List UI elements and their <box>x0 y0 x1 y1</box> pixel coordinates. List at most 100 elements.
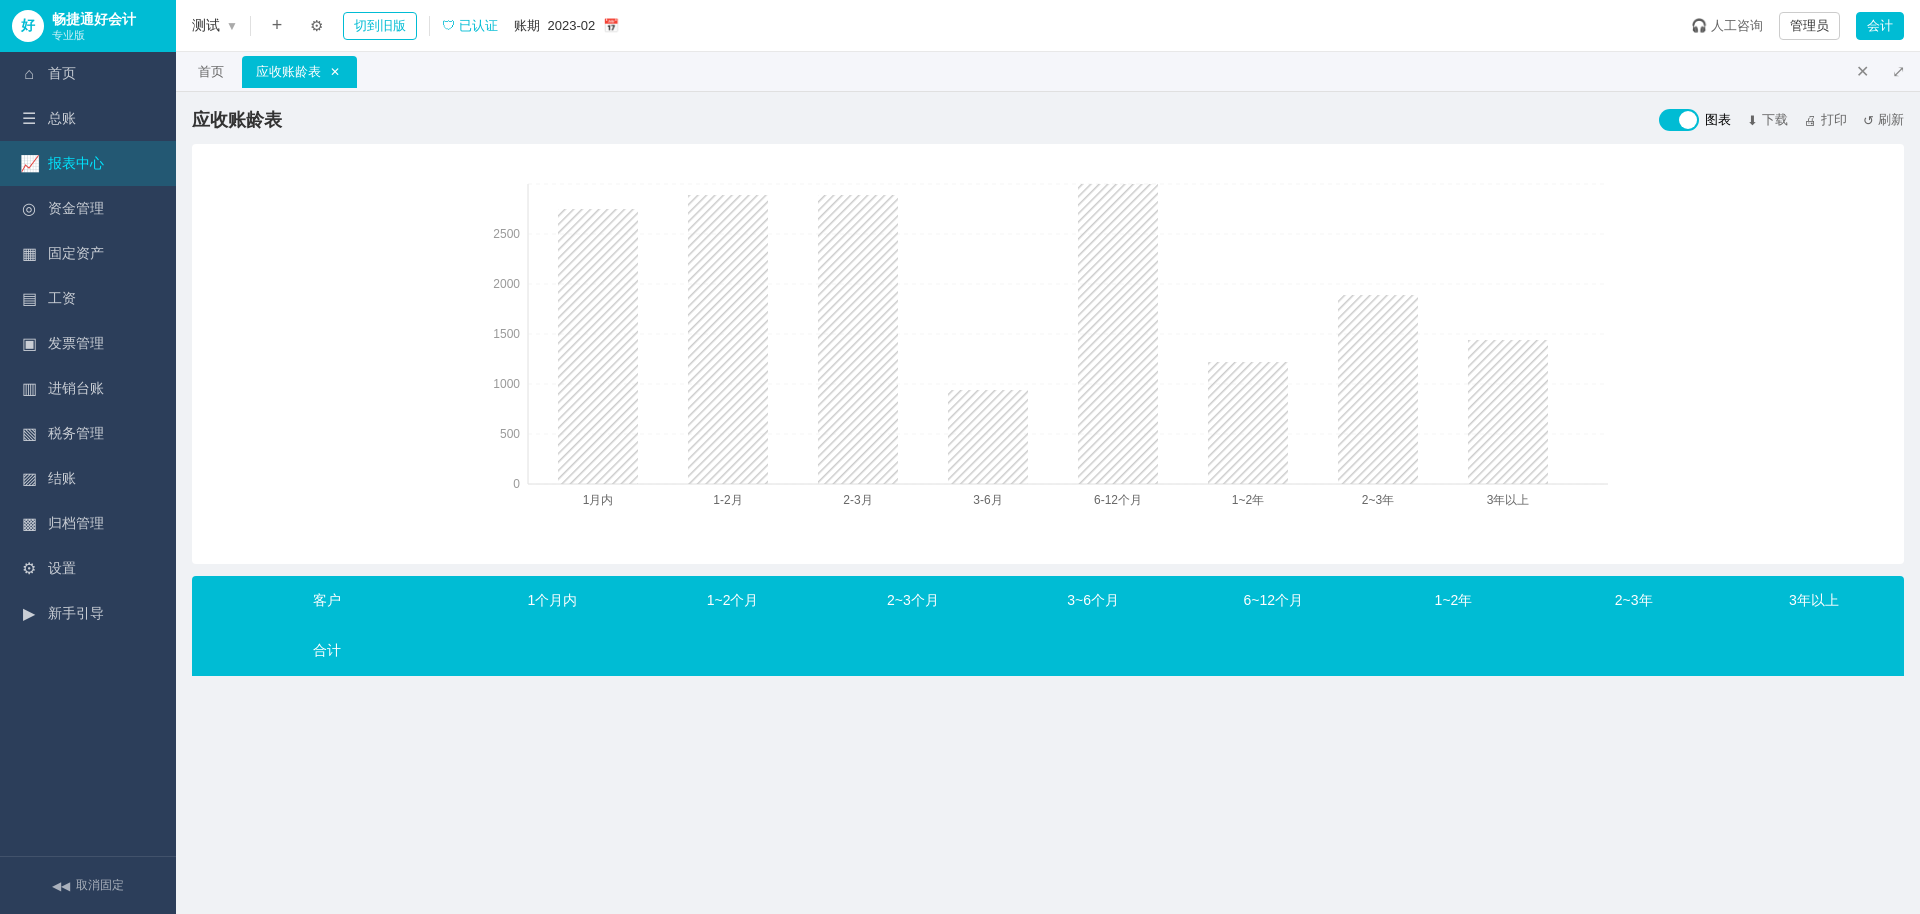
chart-inner: 0 500 1000 1500 2000 2500 <box>212 164 1884 544</box>
invoice-icon: ▣ <box>20 334 38 353</box>
bar-4-3-6月 <box>948 390 1028 484</box>
col-2-3month: 2~3个月 <box>823 576 1003 626</box>
sidebar-item-close[interactable]: ▨ 结账 <box>0 456 176 501</box>
cancel-fixed-button[interactable]: ◀◀ 取消固定 <box>0 867 176 904</box>
sidebar-item-tax[interactable]: ▧ 税务管理 <box>0 411 176 456</box>
svg-text:0: 0 <box>513 477 520 491</box>
svg-text:1~2年: 1~2年 <box>1232 493 1264 507</box>
tax-icon: ▧ <box>20 424 38 443</box>
download-button[interactable]: ⬇ 下载 <box>1747 111 1788 129</box>
tab-close-button[interactable]: ✕ <box>327 64 343 80</box>
settings-button[interactable]: ⚙ <box>303 12 331 40</box>
bar-7-2-3年 <box>1338 295 1418 484</box>
refresh-button[interactable]: ↺ 刷新 <box>1863 111 1904 129</box>
project-name: 测试 <box>192 17 220 35</box>
col-customer: 客户 <box>192 576 462 626</box>
sidebar-item-settings[interactable]: ⚙ 设置 <box>0 546 176 591</box>
topbar-right: 🎧 人工咨询 管理员 会计 <box>1691 12 1904 40</box>
sidebar-item-reports[interactable]: 📈 报表中心 <box>0 141 176 186</box>
col-6-12month: 6~12个月 <box>1183 576 1363 626</box>
tab-home-label: 首页 <box>198 63 224 81</box>
sidebar-item-assets[interactable]: ▦ 固定资产 <box>0 231 176 276</box>
sidebar-item-label: 报表中心 <box>48 155 104 173</box>
page-title: 应收账龄表 <box>192 108 1659 132</box>
col-3year-plus: 3年以上 <box>1724 576 1904 626</box>
sidebar-item-label: 资金管理 <box>48 200 104 218</box>
expand-panel-button[interactable]: ⤢ <box>1884 58 1912 86</box>
add-button[interactable]: + <box>263 12 291 40</box>
certified-badge: 🛡 已认证 <box>442 17 498 35</box>
svg-text:2000: 2000 <box>493 277 520 291</box>
service-button[interactable]: 🎧 人工咨询 <box>1691 17 1763 35</box>
print-button[interactable]: 🖨 打印 <box>1804 111 1847 129</box>
tab-receivable-aging[interactable]: 应收账龄表 ✕ <box>242 56 357 88</box>
certified-label: 已认证 <box>459 17 498 35</box>
calendar-icon[interactable]: 📅 <box>603 18 619 33</box>
topbar: 测试 ▼ + ⚙ 切到旧版 🛡 已认证 账期 2023-02 📅 🎧 人工咨询 … <box>176 0 1920 52</box>
finance-icon: ◎ <box>20 199 38 218</box>
download-label: 下载 <box>1762 111 1788 129</box>
col-total: 合计 <box>192 626 462 676</box>
sidebar-item-invoice[interactable]: ▣ 发票管理 <box>0 321 176 366</box>
shield-icon: 🛡 <box>442 18 455 33</box>
stock-icon: ▥ <box>20 379 38 398</box>
sidebar-item-ledger[interactable]: ☰ 总账 <box>0 96 176 141</box>
tabbar: 首页 应收账龄表 ✕ ✕ ⤢ <box>176 52 1920 92</box>
cancel-fixed-label: 取消固定 <box>76 877 124 894</box>
tab-home[interactable]: 首页 <box>184 56 238 88</box>
sidebar-scroll: ⌂ 首页 ☰ 总账 📈 报表中心 ◎ 资金管理 ▦ 固定资产 ▤ 工资 ▣ 发票… <box>0 52 176 856</box>
chart-toggle-label: 图表 <box>1705 111 1731 129</box>
svg-text:2~3年: 2~3年 <box>1362 493 1394 507</box>
sidebar-item-label: 结账 <box>48 470 76 488</box>
tabbar-right: ✕ ⤢ <box>1848 58 1912 86</box>
bar-2-1-2月 <box>688 195 768 484</box>
role-label: 会计 <box>1867 18 1893 33</box>
sidebar-item-archive[interactable]: ▩ 归档管理 <box>0 501 176 546</box>
chart-toggle[interactable] <box>1659 109 1699 131</box>
sidebar-item-payroll[interactable]: ▤ 工资 <box>0 276 176 321</box>
close-panel-button[interactable]: ✕ <box>1848 58 1876 86</box>
col-1month: 1个月内 <box>462 576 642 626</box>
sidebar-item-stock[interactable]: ▥ 进销台账 <box>0 366 176 411</box>
sidebar-item-finance[interactable]: ◎ 资金管理 <box>0 186 176 231</box>
sidebar-item-label: 归档管理 <box>48 515 104 533</box>
sidebar-item-guide[interactable]: ▶ 新手引导 <box>0 591 176 636</box>
sidebar-item-label: 固定资产 <box>48 245 104 263</box>
sidebar-item-label: 工资 <box>48 290 76 308</box>
sidebar-item-label: 发票管理 <box>48 335 104 353</box>
home-icon: ⌂ <box>20 65 38 83</box>
sidebar: 好 畅捷通好会计 专业版 ⌂ 首页 ☰ 总账 📈 报表中心 ◎ 资金管理 ▦ 固… <box>0 0 176 914</box>
service-label: 人工咨询 <box>1711 17 1763 35</box>
archive-icon: ▩ <box>20 514 38 533</box>
svg-text:1000: 1000 <box>493 377 520 391</box>
period-info: 账期 2023-02 📅 <box>510 17 619 35</box>
role-button[interactable]: 会计 <box>1856 12 1904 40</box>
col-1-2year: 1~2年 <box>1363 576 1543 626</box>
admin-button[interactable]: 管理员 <box>1779 12 1840 40</box>
switch-old-button[interactable]: 切到旧版 <box>343 12 417 40</box>
svg-text:2-3月: 2-3月 <box>843 493 872 507</box>
print-icon: 🖨 <box>1804 113 1817 128</box>
app-edition: 专业版 <box>52 28 136 42</box>
sidebar-item-label: 首页 <box>48 65 76 83</box>
svg-text:6-12个月: 6-12个月 <box>1094 493 1142 507</box>
sidebar-item-label: 新手引导 <box>48 605 104 623</box>
project-selector[interactable]: 测试 ▼ <box>192 17 238 35</box>
refresh-icon: ↺ <box>1863 113 1874 128</box>
col-2-3year: 2~3年 <box>1544 576 1724 626</box>
svg-text:1500: 1500 <box>493 327 520 341</box>
col-1-2month: 1~2个月 <box>643 576 823 626</box>
svg-text:500: 500 <box>500 427 520 441</box>
page-actions: 图表 ⬇ 下载 🖨 打印 ↺ 刷新 <box>1659 109 1904 131</box>
page-content: 应收账龄表 图表 ⬇ 下载 🖨 打印 ↺ 刷新 <box>176 92 1920 914</box>
refresh-label: 刷新 <box>1878 111 1904 129</box>
svg-text:2500: 2500 <box>493 227 520 241</box>
print-label: 打印 <box>1821 111 1847 129</box>
chart-container: 0 500 1000 1500 2000 2500 <box>192 144 1904 564</box>
col-3-6month: 3~6个月 <box>1003 576 1183 626</box>
sidebar-bottom: ◀◀ 取消固定 <box>0 856 176 914</box>
ledger-icon: ☰ <box>20 109 38 128</box>
sidebar-item-home[interactable]: ⌂ 首页 <box>0 52 176 96</box>
guide-icon: ▶ <box>20 604 38 623</box>
download-icon: ⬇ <box>1747 113 1758 128</box>
